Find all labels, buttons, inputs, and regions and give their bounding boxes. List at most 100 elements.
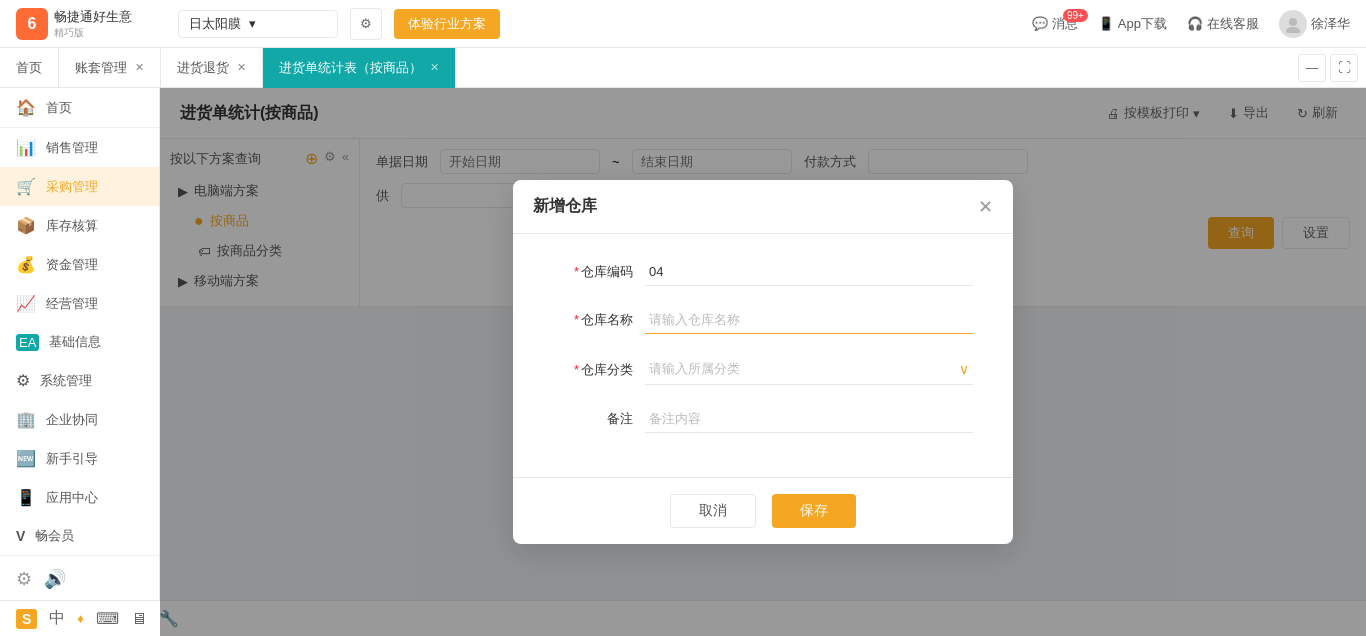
gear-button[interactable]: ⚙ [350,8,382,40]
sidebar-item-finance[interactable]: 💰 资金管理 [0,245,159,284]
volume-icon[interactable]: 🔊 [44,568,66,590]
settings-icon[interactable]: ⚙ [16,568,32,590]
store-name: 日太阳膜 [189,15,241,33]
modal-body: *仓库编码 *仓库名称 *仓库分类 [513,234,1013,477]
chevron-down-icon: ∨ [959,361,969,377]
sidebar-item-label: 新手引导 [46,450,98,468]
avatar [1279,10,1307,38]
form-row-category: *仓库分类 请输入所属分类 ∨ [553,354,973,385]
form-row-remark: 备注 [553,405,973,433]
dot-icon: ♦ [77,611,84,626]
message-button[interactable]: 💬 消息 99+ [1032,15,1078,33]
category-select[interactable]: 请输入所属分类 ∨ [645,354,973,385]
modal-footer: 取消 保存 [513,477,1013,544]
sidebar-item-apps[interactable]: 📱 应用中心 [0,478,159,517]
new-warehouse-modal: 新增仓库 ✕ *仓库编码 *仓库名称 [513,180,1013,544]
apps-icon: 📱 [16,488,36,507]
home-icon: 🏠 [16,98,36,117]
vip-icon: V [16,528,25,544]
message-badge: 99+ [1063,9,1088,22]
remark-label: 备注 [553,410,633,428]
tab-close-icon[interactable]: ✕ [430,61,439,74]
sidebar-item-label: 企业协同 [46,411,98,429]
home-tab-label: 首页 [16,59,42,77]
code-label: *仓库编码 [553,263,633,281]
trial-button[interactable]: 体验行业方案 [394,9,500,39]
tabbar-actions: — ⛶ [1298,54,1366,82]
form-row-name: *仓库名称 [553,306,973,334]
modal-overlay: 新增仓库 ✕ *仓库编码 *仓库名称 [160,88,1366,636]
finance-icon: 💰 [16,255,36,274]
app-sub: 精巧版 [54,26,132,40]
logo-icon: 6 [16,8,48,40]
remark-input[interactable] [645,405,973,433]
headset-icon: 🎧 [1187,16,1203,31]
tab-purchase-stats[interactable]: 进货单统计表（按商品） ✕ [263,48,456,88]
chevron-down-icon: ▾ [249,16,256,31]
account-tab-label: 账套管理 [75,59,127,77]
topbar: 6 畅捷通好生意 精巧版 日太阳膜 ▾ ⚙ 体验行业方案 💬 消息 99+ 📱 … [0,0,1366,48]
main-layout: 🏠 首页 📊 销售管理 🛒 采购管理 📦 库存核算 💰 资金管理 📈 经营管理 … [0,88,1366,636]
category-placeholder: 请输入所属分类 [649,360,740,378]
tabbar: 首页 账套管理 ✕ 进货退货 ✕ 进货单统计表（按商品） ✕ — ⛶ [0,48,1366,88]
online-service-button[interactable]: 🎧 在线客服 [1187,15,1259,33]
enterprise-icon: 🏢 [16,410,36,429]
category-label: *仓库分类 [553,361,633,379]
tab-account[interactable]: 账套管理 ✕ [59,48,161,88]
tab-purchase-return[interactable]: 进货退货 ✕ [161,48,263,88]
name-label: *仓库名称 [553,311,633,329]
content-area: 进货单统计(按商品) 🖨 按模板打印 ▾ ⬇ 导出 ↻ 刷新 [160,88,1366,636]
s-brand-icon[interactable]: S [16,609,37,629]
modal-close-button[interactable]: ✕ [978,198,993,216]
warehouse-name-input[interactable] [645,306,973,334]
phone-icon: 📱 [1098,16,1114,31]
logo-area: 6 畅捷通好生意 精巧版 [16,8,166,40]
tab-maximize-button[interactable]: ⛶ [1330,54,1358,82]
purchase-icon: 🛒 [16,177,36,196]
system-icon: ⚙ [16,371,30,390]
keyboard-icon[interactable]: ⌨ [96,609,119,628]
warehouse-code-input[interactable] [645,258,973,286]
topbar-right: 💬 消息 99+ 📱 App下载 🎧 在线客服 徐泽华 [1032,10,1350,38]
sidebar-item-home[interactable]: 🏠 首页 [0,88,159,127]
sidebar-item-label: 经营管理 [46,295,98,313]
sidebar-item-operations[interactable]: 📈 经营管理 [0,284,159,323]
inventory-icon: 📦 [16,216,36,235]
monitor-icon[interactable]: 🖥 [131,610,147,628]
sidebar-item-sales[interactable]: 📊 销售管理 [0,128,159,167]
app-name: 畅捷通好生意 [54,8,132,26]
sales-icon: 📊 [16,138,36,157]
svg-point-0 [1289,18,1297,26]
sidebar-item-label: 资金管理 [46,256,98,274]
sidebar-item-basic[interactable]: EA 基础信息 [0,323,159,361]
app-download-button[interactable]: 📱 App下载 [1098,15,1167,33]
tab-close-icon[interactable]: ✕ [135,61,144,74]
sidebar-item-label: 系统管理 [40,372,92,390]
sidebar-item-label: 采购管理 [46,178,98,196]
tab-close-icon[interactable]: ✕ [237,61,246,74]
modal-header: 新增仓库 ✕ [513,180,1013,234]
message-icon: 💬 [1032,16,1048,31]
sidebar-item-purchase[interactable]: 🛒 采购管理 [0,167,159,206]
tab-home[interactable]: 首页 [0,48,59,88]
user-menu[interactable]: 徐泽华 [1279,10,1350,38]
purchase-stats-tab-label: 进货单统计表（按商品） [279,59,422,77]
sidebar-item-system[interactable]: ⚙ 系统管理 [0,361,159,400]
modal-title: 新增仓库 [533,196,597,217]
tab-minimize-button[interactable]: — [1298,54,1326,82]
purchase-return-tab-label: 进货退货 [177,59,229,77]
operations-icon: 📈 [16,294,36,313]
sidebar-item-inventory[interactable]: 📦 库存核算 [0,206,159,245]
sidebar-item-guide[interactable]: 🆕 新手引导 [0,439,159,478]
sidebar-item-label: 应用中心 [46,489,98,507]
store-selector[interactable]: 日太阳膜 ▾ [178,10,338,38]
sidebar-item-vip[interactable]: V 畅会员 [0,517,159,555]
guide-icon: 🆕 [16,449,36,468]
save-button[interactable]: 保存 [772,494,856,528]
cancel-button[interactable]: 取消 [670,494,756,528]
svg-point-1 [1286,27,1300,33]
basic-icon: EA [16,334,39,351]
sidebar-item-enterprise[interactable]: 🏢 企业协同 [0,400,159,439]
sidebar-item-label: 首页 [46,99,72,117]
zh-icon[interactable]: 中 [49,608,65,629]
